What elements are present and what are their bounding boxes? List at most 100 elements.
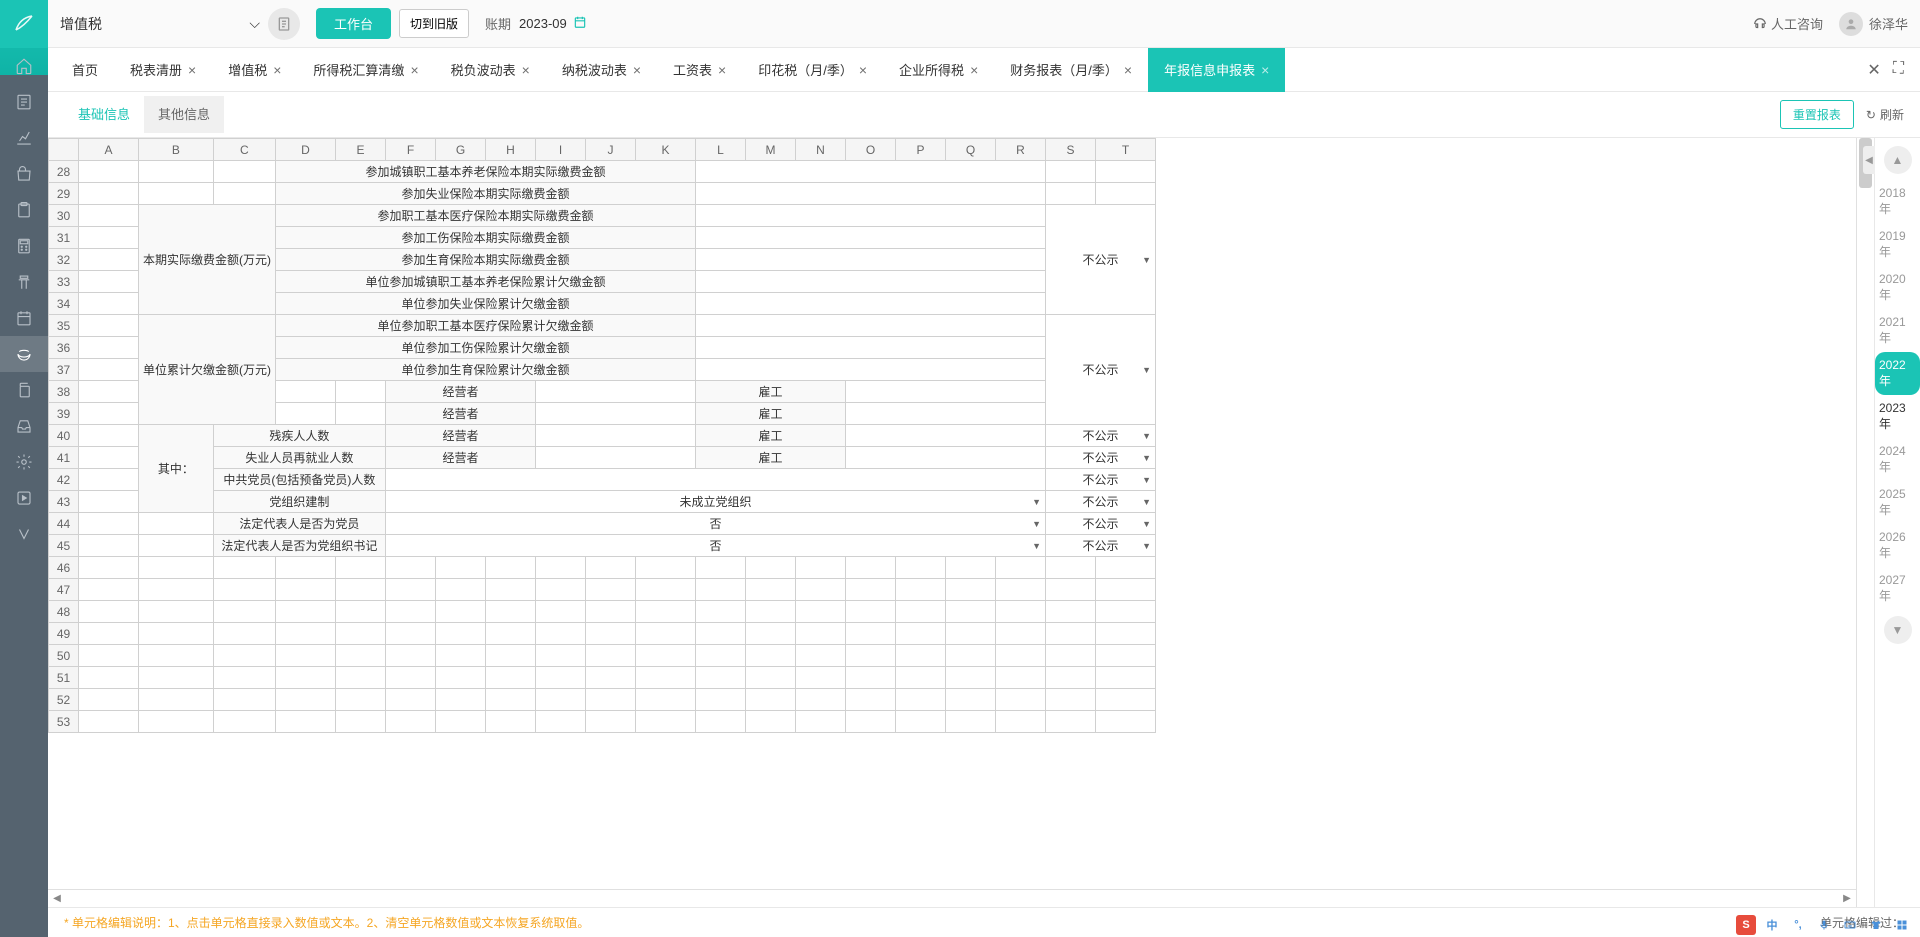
cell-S43[interactable]: 不公示▼	[1046, 491, 1156, 513]
year-2025年[interactable]: 2025年	[1875, 481, 1920, 524]
cell-D38[interactable]	[276, 381, 336, 403]
cell-K49[interactable]	[636, 623, 696, 645]
cell-A53[interactable]	[79, 711, 139, 733]
cell-F52[interactable]	[386, 689, 436, 711]
cell-I53[interactable]	[536, 711, 586, 733]
cell-L28[interactable]	[696, 161, 1046, 183]
inbox-icon[interactable]	[0, 408, 48, 444]
cell-S35[interactable]: 不公示▼	[1046, 315, 1156, 425]
col-header-O[interactable]: O	[846, 139, 896, 161]
cell-M50[interactable]	[746, 645, 796, 667]
clipboard-icon[interactable]	[0, 192, 48, 228]
cell-C47[interactable]	[213, 579, 275, 601]
row-header-53[interactable]: 53	[49, 711, 79, 733]
avatar[interactable]	[1839, 12, 1863, 36]
cell-A52[interactable]	[79, 689, 139, 711]
row-header-48[interactable]: 48	[49, 601, 79, 623]
cell-I38[interactable]	[536, 381, 696, 403]
cell-A48[interactable]	[79, 601, 139, 623]
cell-E38[interactable]	[336, 381, 386, 403]
row-header-36[interactable]: 36	[49, 337, 79, 359]
cell-K46[interactable]	[636, 557, 696, 579]
cell-A42[interactable]	[79, 469, 139, 491]
cell-O51[interactable]	[846, 667, 896, 689]
cell-S44[interactable]: 不公示▼	[1046, 513, 1156, 535]
cell-P49[interactable]	[896, 623, 946, 645]
cell-F47[interactable]	[386, 579, 436, 601]
cell-C48[interactable]	[213, 601, 275, 623]
cell-J50[interactable]	[586, 645, 636, 667]
cell-F50[interactable]	[386, 645, 436, 667]
row-header-28[interactable]: 28	[49, 161, 79, 183]
cell-Q52[interactable]	[946, 689, 996, 711]
cell-C46[interactable]	[213, 557, 275, 579]
cell-T52[interactable]	[1096, 689, 1156, 711]
col-header-F[interactable]: F	[386, 139, 436, 161]
row-header-30[interactable]: 30	[49, 205, 79, 227]
tab-close-icon[interactable]: ×	[1261, 62, 1269, 78]
row-header-39[interactable]: 39	[49, 403, 79, 425]
cell-O48[interactable]	[846, 601, 896, 623]
scroll-right-icon[interactable]: ▶	[1838, 890, 1856, 908]
tab-首页[interactable]: 首页	[56, 48, 114, 92]
col-header-P[interactable]: P	[896, 139, 946, 161]
row-header-46[interactable]: 46	[49, 557, 79, 579]
cell-F49[interactable]	[386, 623, 436, 645]
cell-A33[interactable]	[79, 271, 139, 293]
cell-G53[interactable]	[436, 711, 486, 733]
cell-O49[interactable]	[846, 623, 896, 645]
vertical-scrollbar[interactable]	[1856, 138, 1874, 907]
cell-I52[interactable]	[536, 689, 586, 711]
bag-icon[interactable]	[0, 156, 48, 192]
cell-L50[interactable]	[696, 645, 746, 667]
cell-K48[interactable]	[636, 601, 696, 623]
tab-印花税（月/季）[interactable]: 印花税（月/季）×	[742, 48, 883, 92]
cell-O47[interactable]	[846, 579, 896, 601]
copy-icon[interactable]	[0, 372, 48, 408]
cell-D50[interactable]	[276, 645, 336, 667]
col-header-K[interactable]: K	[636, 139, 696, 161]
cell-A50[interactable]	[79, 645, 139, 667]
cell-N48[interactable]	[796, 601, 846, 623]
cell-R53[interactable]	[996, 711, 1046, 733]
row-header-40[interactable]: 40	[49, 425, 79, 447]
chart-icon[interactable]	[0, 120, 48, 156]
tab-close-icon[interactable]: ×	[273, 62, 281, 78]
cell-P46[interactable]	[896, 557, 946, 579]
cell-N46[interactable]	[796, 557, 846, 579]
cell-G49[interactable]	[436, 623, 486, 645]
cell-I50[interactable]	[536, 645, 586, 667]
row-header-35[interactable]: 35	[49, 315, 79, 337]
cell-A28[interactable]	[79, 161, 139, 183]
cell-S28[interactable]	[1046, 161, 1096, 183]
close-all-icon[interactable]: ✕	[1867, 60, 1880, 80]
year-2023年[interactable]: 2023年	[1875, 395, 1920, 438]
cell-G47[interactable]	[436, 579, 486, 601]
cell-N52[interactable]	[796, 689, 846, 711]
year-2024年[interactable]: 2024年	[1875, 438, 1920, 481]
ime-grid-icon[interactable]	[1892, 915, 1912, 935]
ime-s-icon[interactable]: S	[1736, 915, 1756, 935]
cell-J46[interactable]	[586, 557, 636, 579]
cell-A46[interactable]	[79, 557, 139, 579]
cell-M52[interactable]	[746, 689, 796, 711]
cell-D47[interactable]	[276, 579, 336, 601]
cell-S29[interactable]	[1046, 183, 1096, 205]
cell-T51[interactable]	[1096, 667, 1156, 689]
spreadsheet[interactable]: ABCDEFGHIJKLMNOPQRST28参加城镇职工基本养老保险本期实际缴费…	[48, 138, 1856, 889]
col-header-T[interactable]: T	[1096, 139, 1156, 161]
cell-G50[interactable]	[436, 645, 486, 667]
cell-B52[interactable]	[139, 689, 214, 711]
cell-H51[interactable]	[486, 667, 536, 689]
cell-L33[interactable]	[696, 271, 1046, 293]
cell-D53[interactable]	[276, 711, 336, 733]
tab-close-icon[interactable]: ×	[188, 62, 196, 78]
cell-N51[interactable]	[796, 667, 846, 689]
cell-S45[interactable]: 不公示▼	[1046, 535, 1156, 557]
col-header-G[interactable]: G	[436, 139, 486, 161]
cell-G51[interactable]	[436, 667, 486, 689]
cell-E50[interactable]	[336, 645, 386, 667]
cell-A45[interactable]	[79, 535, 139, 557]
row-header-41[interactable]: 41	[49, 447, 79, 469]
cell-F45[interactable]: 否▼	[386, 535, 1046, 557]
